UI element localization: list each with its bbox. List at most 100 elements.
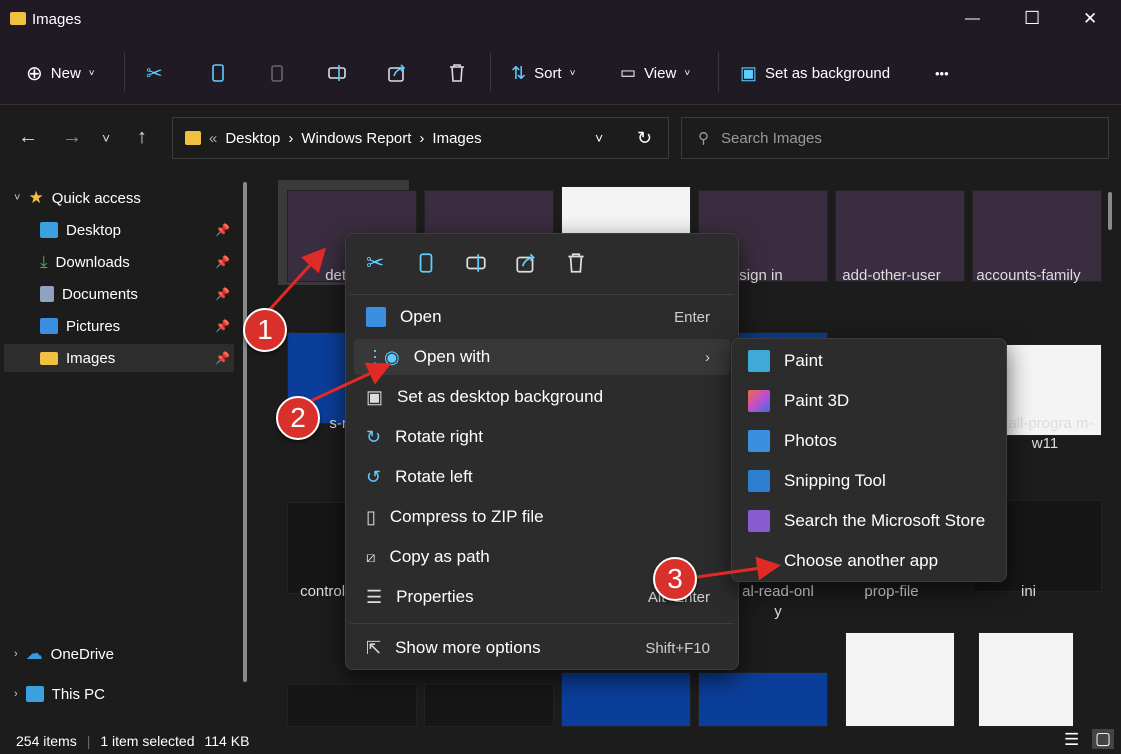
sort-icon: ⇅ [511, 62, 527, 83]
file-thumbnail[interactable] [978, 632, 1074, 727]
sidebar-item-documents[interactable]: Documents 📌 [4, 280, 234, 308]
document-icon [40, 286, 54, 302]
share-icon [388, 64, 406, 82]
title-bar: Images — ☐ ✕ [0, 0, 1121, 40]
submenu-item-photos[interactable]: Photos [748, 423, 837, 459]
sidebar-item-pictures[interactable]: Pictures 📌 [4, 312, 234, 340]
star-icon: ★ [28, 188, 44, 207]
menu-item-open-with[interactable]: ⋮◉ Open with › [354, 339, 730, 375]
breadcrumb-images[interactable]: Images [432, 130, 481, 147]
image-icon: ▣ [740, 62, 758, 83]
chevron-right-icon: › [705, 348, 710, 366]
up-button[interactable]: ↑ [137, 126, 147, 149]
file-label[interactable]: ini [960, 582, 1097, 602]
sidebar-item-downloads[interactable]: ⤓ Downloads 📌 [4, 248, 234, 276]
sidebar-item-this-pc[interactable]: › This PC [4, 680, 234, 708]
search-box[interactable]: ⚲ Search Images [681, 117, 1109, 159]
pin-icon: 📌 [215, 319, 230, 333]
menu-item-rotate-left[interactable]: ↺ Rotate left [354, 459, 730, 495]
selection-count: 1 item selected [100, 732, 195, 749]
menu-item-show-more-options[interactable]: ⇱ Show more options Shift+F10 [354, 630, 730, 666]
submenu-item-choose-another-app[interactable]: Choose another app [784, 543, 938, 579]
sort-button[interactable]: ⇅ Sort ˅ [511, 60, 575, 86]
menu-item-set-desktop-background[interactable]: ▣ Set as desktop background [354, 379, 730, 415]
menu-item-rotate-right[interactable]: ↻ Rotate right [354, 419, 730, 455]
search-input[interactable]: Search Images [721, 130, 822, 147]
share-button[interactable] [386, 60, 408, 86]
file-thumbnail[interactable] [424, 684, 554, 727]
set-as-background-button[interactable]: ▣ Set as background [740, 60, 890, 86]
file-thumbnail[interactable] [845, 632, 955, 727]
address-dropdown-icon[interactable]: ˅ [595, 130, 603, 146]
rotate-right-icon: ↻ [366, 426, 382, 447]
sidebar-item-desktop[interactable]: Desktop 📌 [4, 216, 234, 244]
close-button[interactable]: ✕ [1083, 9, 1097, 29]
share-icon[interactable] [514, 251, 538, 275]
recent-locations-button[interactable]: ˅ [102, 130, 110, 146]
properties-icon: ☰ [366, 586, 383, 607]
cut-icon[interactable]: ✂ [366, 250, 384, 276]
folder-icon [185, 131, 201, 145]
refresh-icon[interactable]: ↻ [637, 128, 652, 149]
content-scrollbar[interactable] [1108, 192, 1112, 230]
submenu-item-snipping-tool[interactable]: Snipping Tool [748, 463, 886, 499]
paste-button[interactable] [266, 60, 288, 86]
copy-icon[interactable] [414, 251, 438, 275]
menu-item-open[interactable]: Open Enter [354, 299, 730, 335]
copy-path-icon: ⧄ [366, 548, 376, 566]
file-thumbnail[interactable] [698, 672, 828, 727]
rename-icon[interactable] [464, 251, 488, 275]
copy-icon [212, 64, 224, 82]
maximize-button[interactable]: ☐ [1024, 8, 1040, 29]
cut-button[interactable]: ✂ [146, 60, 163, 86]
file-label[interactable]: al-read-onl y [738, 582, 818, 622]
paint-icon [748, 350, 770, 372]
trash-icon[interactable] [564, 251, 588, 275]
more-options-button[interactable]: ••• [935, 60, 949, 86]
plus-circle-icon: ⊕ [26, 62, 43, 85]
command-bar: ⊕ New ˅ ✂ ⇅ Sort ˅ ▭ View ˅ ▣ Set as background… [0, 40, 1121, 105]
open-with-submenu: Paint Paint 3D Photos Snipping Tool Sear… [731, 338, 1007, 582]
delete-button[interactable] [446, 60, 468, 86]
item-count: 254 items [16, 732, 77, 749]
menu-item-compress-zip[interactable]: ▯ Compress to ZIP file [354, 499, 730, 535]
details-view-icon[interactable]: ☰ [1064, 730, 1079, 750]
breadcrumb-desktop[interactable]: Desktop [225, 130, 280, 147]
context-menu: ✂ Open Enter ⋮◉ Open with › ▣ Set as desktop… [345, 233, 739, 670]
file-label[interactable]: prop-file [823, 582, 960, 602]
desktop-icon [40, 222, 58, 238]
window-title: Images [32, 11, 82, 28]
status-bar: 254 items | 1 item selected 114 KB ☰ ▢ [0, 727, 1121, 754]
back-button[interactable]: ← [18, 126, 38, 149]
paste-icon [271, 65, 283, 82]
copy-button[interactable] [207, 60, 229, 86]
sidebar-item-quick-access[interactable]: ˅ ★ Quick access [4, 184, 234, 212]
folder-icon [40, 351, 58, 365]
sidebar-item-images[interactable]: Images 📌 [4, 344, 234, 372]
file-thumbnail[interactable] [287, 684, 417, 727]
breadcrumb-windows-report[interactable]: Windows Report [301, 130, 411, 147]
view-icon: ▭ [620, 63, 637, 82]
file-thumbnail[interactable] [561, 672, 691, 727]
cloud-icon: ☁ [25, 644, 43, 663]
open-with-icon: ⋮◉ [366, 346, 400, 367]
desktop-background-icon: ▣ [366, 386, 384, 407]
new-button[interactable]: ⊕ New ˅ [26, 60, 95, 86]
rename-button[interactable] [326, 60, 348, 86]
submenu-item-paint[interactable]: Paint [748, 343, 823, 379]
large-icons-view-icon[interactable]: ▢ [1092, 729, 1115, 749]
rename-icon [328, 65, 346, 81]
sidebar-scrollbar[interactable] [243, 182, 247, 682]
submenu-item-microsoft-store[interactable]: Search the Microsoft Store [748, 503, 985, 539]
view-button[interactable]: ▭ View ˅ [620, 60, 690, 86]
pictures-icon [40, 318, 58, 334]
address-bar[interactable]: « Desktop › Windows Report › Images ˅ ↻ [172, 117, 669, 159]
forward-button[interactable]: → [62, 126, 82, 149]
file-label[interactable]: accounts-family [960, 266, 1097, 286]
file-label[interactable]: add-other-user [823, 266, 960, 286]
navigation-pane: ˅ ★ Quick access Desktop 📌 ⤓ Downloads 📌 Docu… [0, 172, 247, 727]
paint-3d-icon [748, 390, 770, 412]
sidebar-item-onedrive[interactable]: › ☁ OneDrive [4, 640, 234, 668]
minimize-button[interactable]: — [965, 10, 980, 27]
submenu-item-paint-3d[interactable]: Paint 3D [748, 383, 849, 419]
